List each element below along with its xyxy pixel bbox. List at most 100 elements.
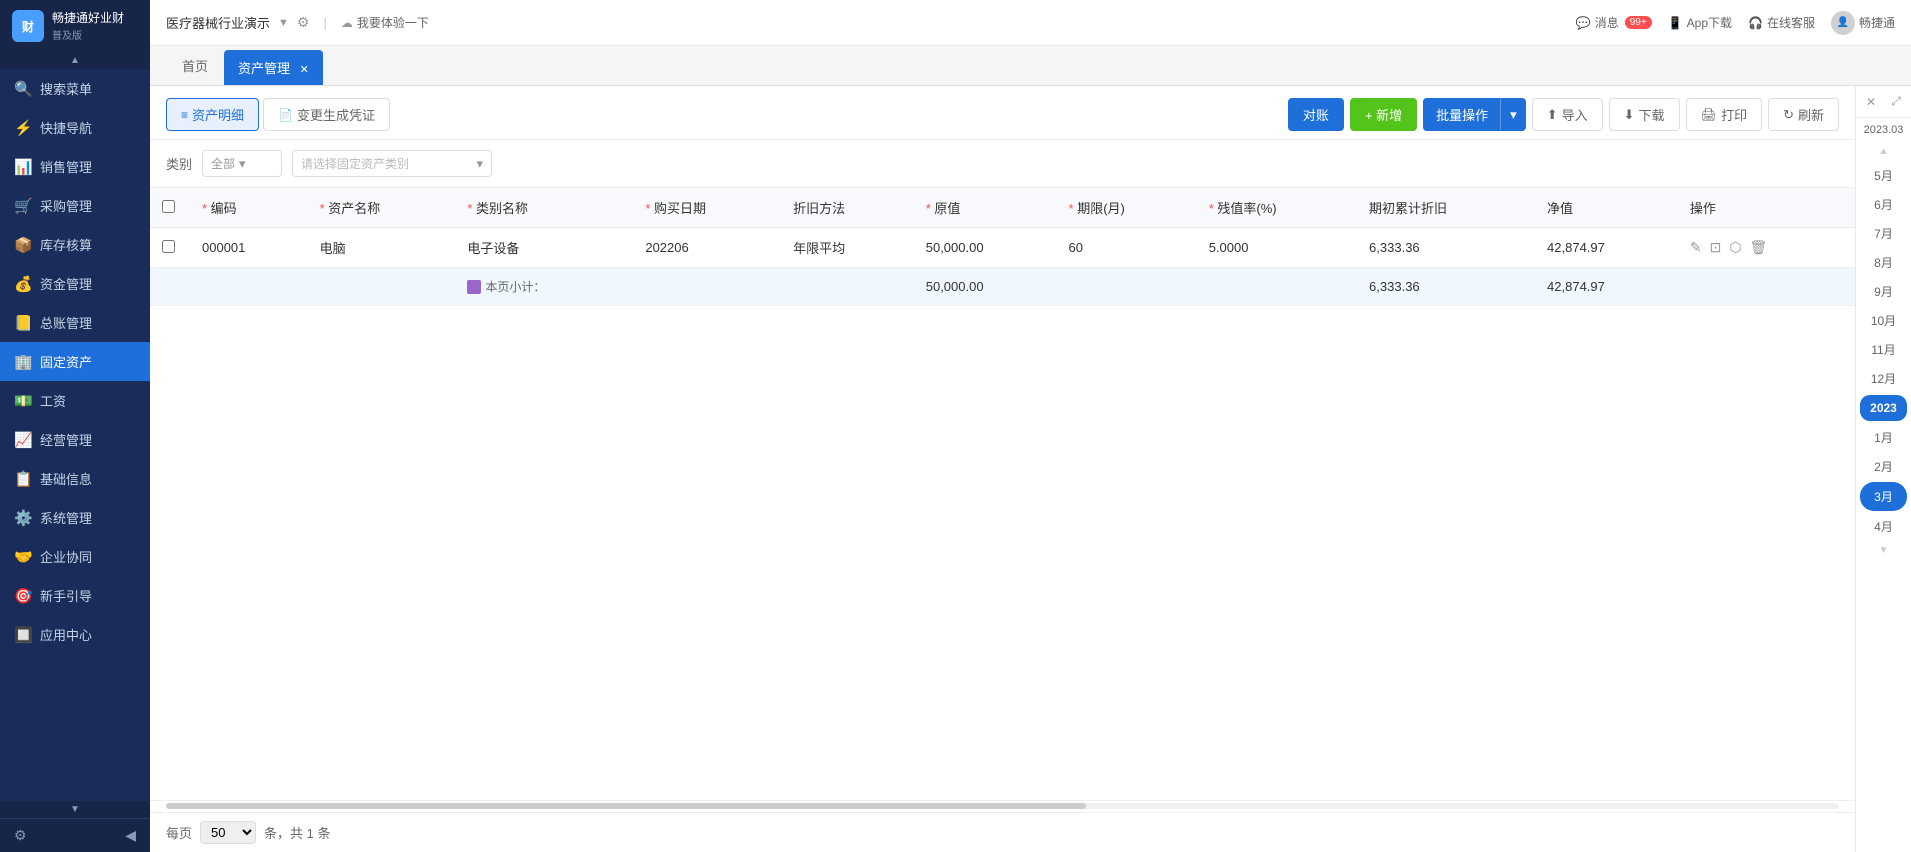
print-icon: 🖨 bbox=[1701, 107, 1718, 123]
company-gear-icon[interactable]: ⚙ bbox=[297, 14, 310, 31]
per-page-label: 每页 bbox=[166, 823, 192, 842]
list-icon: ≡ bbox=[181, 108, 188, 122]
reconcile-button[interactable]: 对账 bbox=[1288, 98, 1344, 131]
month-9[interactable]: 9月 bbox=[1856, 277, 1911, 306]
collapse-icon[interactable]: ◀ bbox=[125, 827, 136, 844]
scroll-thumb bbox=[166, 803, 1086, 809]
chevron-down-icon: ▾ bbox=[1510, 107, 1517, 123]
settings-bottom-icon[interactable]: ⚙ bbox=[14, 827, 27, 844]
apps-icon: 🔲 bbox=[14, 626, 32, 644]
app-download-action[interactable]: 📱 App下载 bbox=[1668, 14, 1732, 31]
sidebar-item-system[interactable]: ⚙️ 系统管理 bbox=[0, 498, 150, 537]
filter-category-label: 类别 bbox=[166, 154, 192, 173]
share-icon[interactable]: ⬡ bbox=[1729, 239, 1741, 256]
row-checkbox[interactable] bbox=[162, 240, 175, 253]
sidebar-item-guide[interactable]: 🎯 新手引导 bbox=[0, 576, 150, 615]
settings-icon: ⚙️ bbox=[14, 509, 32, 527]
batch-dropdown-button[interactable]: ▾ bbox=[1501, 100, 1526, 130]
th-category: * 类别名称 bbox=[455, 188, 633, 228]
month-12[interactable]: 12月 bbox=[1856, 364, 1911, 393]
tab-close-icon[interactable]: ✕ bbox=[300, 64, 309, 76]
month-10[interactable]: 10月 bbox=[1856, 306, 1911, 335]
tab-asset-management[interactable]: 资产管理 ✕ bbox=[224, 50, 323, 85]
batch-button[interactable]: 批量操作 bbox=[1423, 98, 1501, 131]
td-residual-rate: 5.0000 bbox=[1197, 228, 1357, 268]
sidebar-item-app-center[interactable]: 🔲 应用中心 bbox=[0, 615, 150, 654]
horizontal-scrollbar[interactable] bbox=[150, 800, 1855, 812]
sidebar-scroll-down[interactable]: ▼ bbox=[0, 801, 150, 818]
right-panel-expand-icon[interactable]: ⤢ bbox=[1889, 92, 1903, 111]
delete-icon[interactable]: 🗑 bbox=[1750, 239, 1768, 256]
sidebar-item-basic-info[interactable]: 📋 基础信息 bbox=[0, 459, 150, 498]
phone-icon: 📱 bbox=[1668, 16, 1683, 30]
sidebar-item-ledger[interactable]: 📒 总账管理 bbox=[0, 303, 150, 342]
headset-icon: 🎧 bbox=[1748, 16, 1763, 30]
voucher-tab[interactable]: 📄 变更生成凭证 bbox=[263, 98, 390, 131]
month-scroll-down-icon[interactable]: ▼ bbox=[1856, 541, 1911, 560]
td-operations: ✎ ⊡ ⬡ 🗑 bbox=[1678, 228, 1855, 268]
sidebar-item-enterprise[interactable]: 🤝 企业协同 bbox=[0, 537, 150, 576]
import-icon: ⬆ bbox=[1547, 107, 1558, 123]
month-5[interactable]: 5月 bbox=[1856, 161, 1911, 190]
sidebar-item-quick-nav[interactable]: ⚡ 快捷导航 bbox=[0, 108, 150, 147]
message-action[interactable]: 💬 消息 99+ bbox=[1576, 14, 1652, 31]
filter-type-dropdown-icon: ▾ bbox=[239, 156, 246, 172]
user-area[interactable]: 👤 畅捷通 bbox=[1831, 11, 1895, 35]
table-row: 000001 电脑 电子设备 202206 年限平均 50,000.00 60 … bbox=[150, 228, 1855, 268]
sidebar-item-purchase[interactable]: 🛒 采购管理 bbox=[0, 186, 150, 225]
month-11[interactable]: 11月 bbox=[1856, 335, 1911, 364]
subtotal-original-value: 50,000.00 bbox=[914, 268, 1057, 306]
current-year-label: 2023 bbox=[1860, 395, 1907, 421]
month-1[interactable]: 1月 bbox=[1856, 423, 1911, 452]
th-purchase-date: * 购买日期 bbox=[633, 188, 781, 228]
import-button[interactable]: ⬆ 导入 bbox=[1532, 98, 1603, 131]
month-3-active[interactable]: 3月 bbox=[1860, 482, 1907, 511]
online-service-action[interactable]: 🎧 在线客服 bbox=[1748, 14, 1815, 31]
per-page-select[interactable]: 50 100 bbox=[200, 821, 256, 844]
sidebar-item-search[interactable]: 🔍 搜索菜单 bbox=[0, 69, 150, 108]
sidebar-item-funds[interactable]: 💰 资金管理 bbox=[0, 264, 150, 303]
username-label: 畅捷通 bbox=[1859, 14, 1895, 31]
table-container: * 编码 * 资产名称 * 类别名称 * 购买日期 折旧方法 * 原值 * 期限… bbox=[150, 188, 1855, 800]
month-8[interactable]: 8月 bbox=[1856, 248, 1911, 277]
asset-detail-tab[interactable]: ≡ 资产明细 bbox=[166, 98, 259, 131]
handshake-icon: 🤝 bbox=[14, 548, 32, 566]
sidebar-item-payroll[interactable]: 💵 工资 bbox=[0, 381, 150, 420]
company-dropdown-icon[interactable]: ▼ bbox=[278, 17, 289, 29]
filter-category-type[interactable]: 全部 ▾ bbox=[202, 150, 282, 177]
month-2[interactable]: 2月 bbox=[1856, 452, 1911, 481]
tabbar: 首页 资产管理 ✕ bbox=[150, 46, 1911, 86]
pagination: 每页 50 100 条，共 1 条 bbox=[150, 812, 1855, 852]
sidebar-item-operations[interactable]: 📈 经营管理 bbox=[0, 420, 150, 459]
refresh-button[interactable]: ↻ 刷新 bbox=[1768, 98, 1839, 131]
total-label: 条，共 1 条 bbox=[264, 823, 330, 842]
th-operations: 操作 bbox=[1678, 188, 1855, 228]
experience-area: ☁ 我要体验一下 bbox=[341, 14, 429, 31]
select-all-checkbox[interactable] bbox=[162, 200, 175, 213]
sidebar-item-inventory[interactable]: 📦 库存核算 bbox=[0, 225, 150, 264]
sidebar-scroll-up[interactable]: ▲ bbox=[0, 52, 150, 69]
download-icon: ⬇ bbox=[1624, 107, 1635, 123]
td-depreciation-method: 年限平均 bbox=[781, 228, 914, 268]
lightning-icon: ⚡ bbox=[14, 119, 32, 137]
filter-category-input[interactable]: 请选择固定资产类别 ▾ bbox=[292, 150, 492, 177]
print-button[interactable]: 🖨 打印 bbox=[1686, 98, 1763, 131]
copy-icon[interactable]: ⊡ bbox=[1710, 239, 1722, 256]
download-button[interactable]: ⬇ 下载 bbox=[1609, 98, 1680, 131]
new-button[interactable]: + 新增 bbox=[1350, 98, 1417, 131]
month-4[interactable]: 4月 bbox=[1856, 512, 1911, 541]
app-download-label: App下载 bbox=[1687, 14, 1732, 31]
tab-home[interactable]: 首页 bbox=[166, 48, 224, 85]
voucher-icon: 📄 bbox=[278, 108, 293, 122]
sidebar-item-sales[interactable]: 📊 销售管理 bbox=[0, 147, 150, 186]
right-panel-close-icon[interactable]: ✕ bbox=[1864, 93, 1878, 111]
month-scroll-up-icon[interactable]: ▲ bbox=[1856, 142, 1911, 161]
company-name: 医疗器械行业演示 bbox=[166, 13, 270, 32]
month-6[interactable]: 6月 bbox=[1856, 190, 1911, 219]
toolbar-actions: 对账 + 新增 批量操作 ▾ ⬆ 导 bbox=[1288, 98, 1839, 131]
edit-icon[interactable]: ✎ bbox=[1690, 239, 1702, 256]
month-7[interactable]: 7月 bbox=[1856, 219, 1911, 248]
sidebar-item-fixed-assets[interactable]: 🏢 固定资产 bbox=[0, 342, 150, 381]
td-purchase-date: 202206 bbox=[633, 228, 781, 268]
content-main: ≡ 资产明细 📄 变更生成凭证 对账 + 新增 bbox=[150, 86, 1855, 852]
